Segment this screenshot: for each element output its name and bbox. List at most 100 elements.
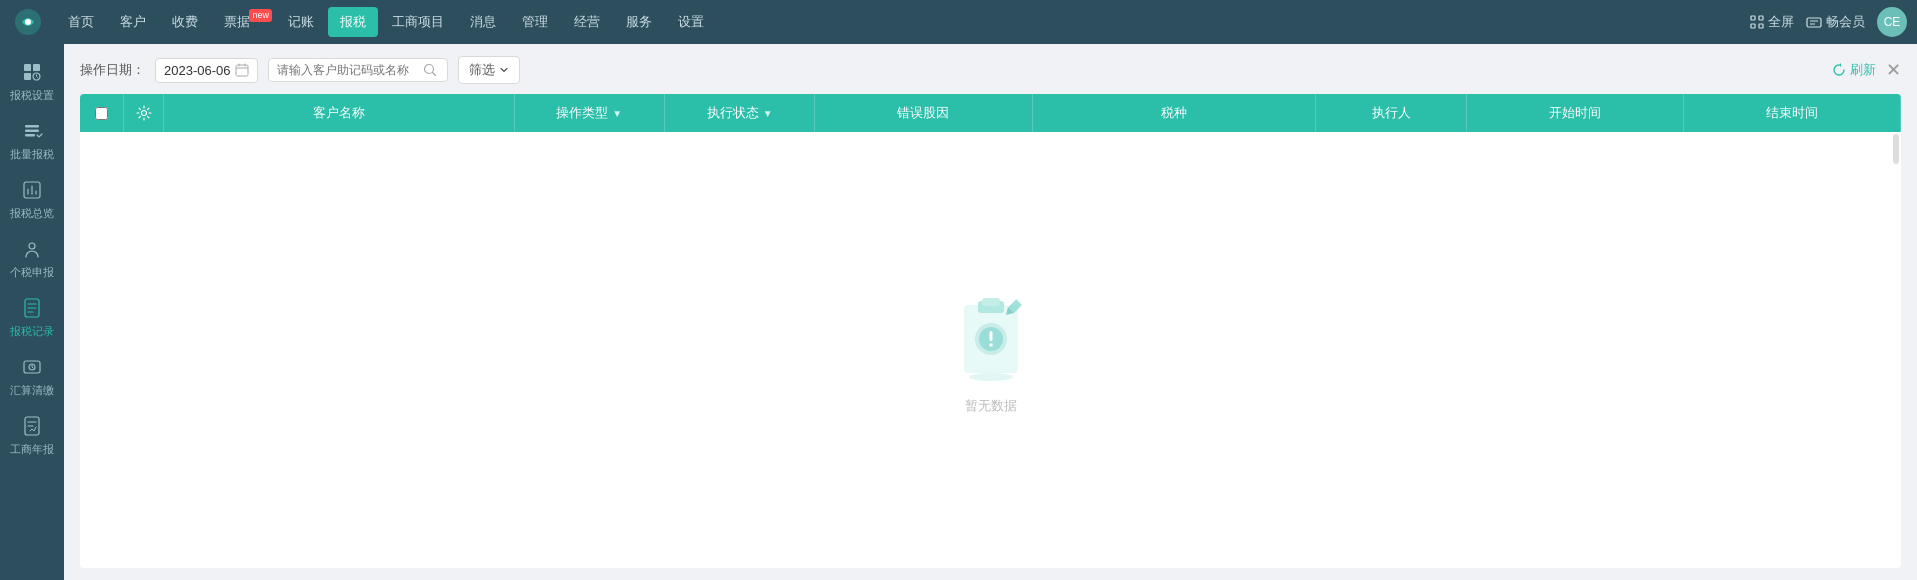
sidebar-item-tax-overview[interactable]: 报税总览 <box>2 170 62 229</box>
settlement-icon <box>20 355 44 379</box>
sort-icon: ▼ <box>763 108 773 119</box>
date-value: 2023-06-06 <box>164 63 231 78</box>
member-button[interactable]: 畅会员 <box>1806 13 1865 31</box>
svg-rect-8 <box>33 64 40 71</box>
sidebar-item-annual-report[interactable]: 工商年报 <box>2 406 62 465</box>
table-container: 客户名称 操作类型 ▼ 执行状态 ▼ 错误股因 税种 执行人 <box>80 94 1901 568</box>
main-layout: 报税设置 批量报税 报税总览 <box>0 44 1917 580</box>
sidebar-label-annual-report: 工商年报 <box>10 442 54 457</box>
svg-rect-9 <box>24 73 31 80</box>
annual-report-icon <box>20 414 44 438</box>
scrollbar-thumb[interactable] <box>1893 134 1899 164</box>
svg-point-15 <box>29 243 35 249</box>
toolbar: 操作日期： 2023-06-06 筛选 <box>80 56 1901 84</box>
refresh-icon <box>1832 63 1846 77</box>
sidebar: 报税设置 批量报税 报税总览 <box>0 44 64 580</box>
svg-rect-5 <box>1759 24 1763 28</box>
nav-item-bookkeeping[interactable]: 记账 <box>276 7 326 37</box>
nav-item-message[interactable]: 消息 <box>458 7 508 37</box>
nav-item-tax[interactable]: 报税 <box>328 7 378 37</box>
close-button[interactable]: ✕ <box>1886 61 1901 79</box>
nav-item-industrial[interactable]: 工商项目 <box>380 7 456 37</box>
top-navigation: 首页 客户 收费 票据 new 记账 报税 工商项目 消息 管理 经营 服务 设… <box>0 0 1917 44</box>
date-label: 操作日期： <box>80 61 145 79</box>
svg-rect-12 <box>25 130 39 133</box>
new-badge: new <box>249 9 272 22</box>
th-tax-type: 税种 <box>1033 94 1317 132</box>
svg-rect-3 <box>1759 16 1763 20</box>
sidebar-label-tax-settings: 报税设置 <box>10 88 54 103</box>
svg-rect-7 <box>24 64 31 71</box>
sidebar-label-settlement: 汇算清缴 <box>10 383 54 398</box>
filter-button[interactable]: 筛选 <box>458 56 520 84</box>
th-exec-status[interactable]: 执行状态 ▼ <box>665 94 815 132</box>
empty-illustration <box>946 285 1036 385</box>
filter-label: 筛选 <box>469 61 495 79</box>
date-picker[interactable]: 2023-06-06 <box>155 58 258 83</box>
th-checkbox[interactable] <box>80 94 124 132</box>
th-client-name: 客户名称 <box>164 94 515 132</box>
calendar-icon <box>235 63 249 77</box>
refresh-button[interactable]: 刷新 <box>1832 61 1876 79</box>
sidebar-label-tax-record: 报税记录 <box>10 324 54 339</box>
search-box <box>268 58 448 82</box>
nav-item-invoice[interactable]: 票据 new <box>212 7 274 37</box>
nav-item-service[interactable]: 服务 <box>614 7 664 37</box>
search-input[interactable] <box>277 63 417 77</box>
search-icon[interactable] <box>423 63 437 77</box>
nav-items: 首页 客户 收费 票据 new 记账 报税 工商项目 消息 管理 经营 服务 设… <box>56 7 1750 37</box>
nav-item-operation[interactable]: 经营 <box>562 7 612 37</box>
tax-overview-icon <box>20 178 44 202</box>
nav-item-home[interactable]: 首页 <box>56 7 106 37</box>
select-all-checkbox[interactable] <box>95 107 108 120</box>
fullscreen-button[interactable]: 全屏 <box>1750 13 1794 31</box>
sort-icon: ▼ <box>612 108 622 119</box>
th-executor: 执行人 <box>1316 94 1466 132</box>
tax-record-icon <box>20 296 44 320</box>
tax-settings-icon <box>20 60 44 84</box>
sidebar-item-tax-settings[interactable]: 报税设置 <box>2 52 62 111</box>
th-error-reason: 错误股因 <box>815 94 1032 132</box>
svg-point-30 <box>989 343 993 347</box>
svg-point-32 <box>969 373 1013 381</box>
table-header: 客户名称 操作类型 ▼ 执行状态 ▼ 错误股因 税种 执行人 <box>80 94 1901 132</box>
svg-rect-4 <box>1751 24 1755 28</box>
svg-rect-29 <box>989 331 992 341</box>
nav-right-actions: 全屏 畅会员 CE <box>1750 7 1907 37</box>
th-gear[interactable] <box>124 94 164 132</box>
content-area: 操作日期： 2023-06-06 筛选 <box>64 44 1917 580</box>
svg-rect-6 <box>1807 18 1821 27</box>
sidebar-label-tax-overview: 报税总览 <box>10 206 54 221</box>
table-body: 暂无数据 <box>80 132 1901 568</box>
empty-text: 暂无数据 <box>965 397 1017 415</box>
sidebar-item-batch-tax[interactable]: 批量报税 <box>2 111 62 170</box>
sidebar-item-settlement[interactable]: 汇算清缴 <box>2 347 62 406</box>
sidebar-item-personal-tax[interactable]: 个税申报 <box>2 229 62 288</box>
column-settings-icon <box>136 105 152 121</box>
empty-state: 暂无数据 <box>946 285 1036 415</box>
svg-point-1 <box>25 19 31 25</box>
svg-point-22 <box>141 111 146 116</box>
svg-rect-13 <box>25 134 35 137</box>
batch-tax-icon <box>20 119 44 143</box>
member-label: 畅会员 <box>1826 13 1865 31</box>
nav-item-client[interactable]: 客户 <box>108 7 158 37</box>
sidebar-label-personal-tax: 个税申报 <box>10 265 54 280</box>
nav-item-manage[interactable]: 管理 <box>510 7 560 37</box>
nav-item-fee[interactable]: 收费 <box>160 7 210 37</box>
personal-tax-icon <box>20 237 44 261</box>
app-logo[interactable] <box>10 4 46 40</box>
th-end-time: 结束时间 <box>1684 94 1901 132</box>
sidebar-item-tax-record[interactable]: 报税记录 <box>2 288 62 347</box>
refresh-label: 刷新 <box>1850 61 1876 79</box>
svg-rect-2 <box>1751 16 1755 20</box>
svg-rect-26 <box>982 298 1000 306</box>
svg-rect-11 <box>25 125 39 128</box>
chevron-down-icon <box>499 65 509 75</box>
nav-item-settings[interactable]: 设置 <box>666 7 716 37</box>
fullscreen-label: 全屏 <box>1768 13 1794 31</box>
sidebar-label-batch-tax: 批量报税 <box>10 147 54 162</box>
user-avatar[interactable]: CE <box>1877 7 1907 37</box>
svg-rect-20 <box>236 65 248 76</box>
th-op-type[interactable]: 操作类型 ▼ <box>515 94 665 132</box>
